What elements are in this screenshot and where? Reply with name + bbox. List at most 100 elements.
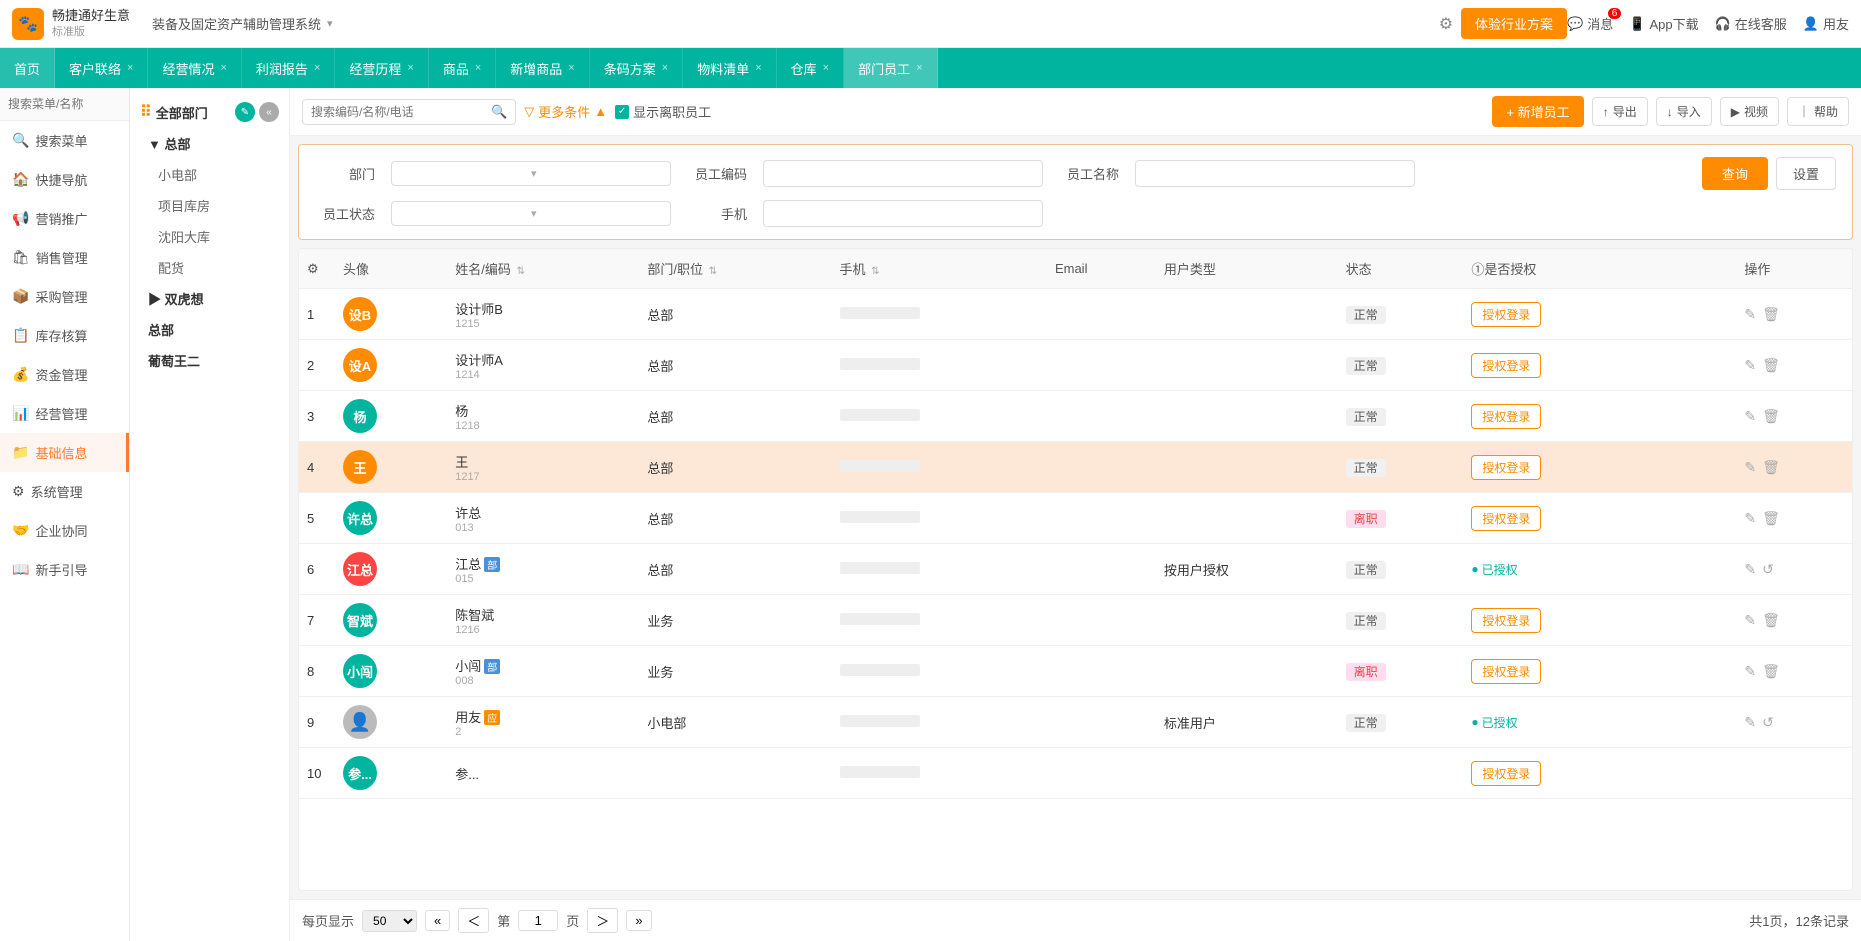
edit-icon[interactable]: ✎ xyxy=(1744,408,1756,424)
close-icon[interactable]: × xyxy=(823,62,829,74)
tab-warehouse[interactable]: 仓库 × xyxy=(777,48,844,88)
show-resigned-toggle[interactable]: ✓ 显示离职员工 xyxy=(615,102,711,121)
delete-icon[interactable]: 🗑 xyxy=(1762,357,1780,373)
tab-customer[interactable]: 客户联络 × xyxy=(55,48,148,88)
close-icon[interactable]: × xyxy=(568,62,574,74)
search-input[interactable] xyxy=(311,105,491,119)
last-page-btn[interactable]: » xyxy=(626,910,651,931)
dept-item-putaowangze[interactable]: 葡萄王二 xyxy=(138,345,289,376)
sidebar-item-finance[interactable]: 💰 资金管理 xyxy=(0,355,129,394)
online-service-btn[interactable]: 🎧 在线客服 xyxy=(1715,14,1787,33)
sidebar-item-shortcut[interactable]: 🏠 快捷导航 xyxy=(0,160,129,199)
add-employee-button[interactable]: + 新增员工 xyxy=(1492,96,1583,127)
auth-login-button[interactable]: 授权登录 xyxy=(1471,506,1541,531)
tab-home[interactable]: 首页 xyxy=(0,48,55,88)
sidebar-item-inventory[interactable]: 📋 库存核算 xyxy=(0,316,129,355)
sidebar-item-guide[interactable]: 📖 新手引导 xyxy=(0,550,129,589)
dept-select[interactable]: ▾ xyxy=(391,161,671,186)
tab-add-goods[interactable]: 新增商品 × xyxy=(496,48,589,88)
close-icon[interactable]: × xyxy=(475,62,481,74)
delete-icon[interactable]: ↺ xyxy=(1762,561,1774,577)
close-icon[interactable]: × xyxy=(916,62,922,74)
dept-item-xiangmudict[interactable]: 项目库房 xyxy=(138,190,289,221)
sort-icon[interactable]: ⇅ xyxy=(709,266,717,277)
auth-login-button[interactable]: 授权登录 xyxy=(1471,659,1541,684)
sort-icon[interactable]: ⇅ xyxy=(516,266,524,277)
first-page-btn[interactable]: « xyxy=(425,910,450,931)
emp-status-select[interactable]: ▾ xyxy=(391,201,671,226)
dept-collapse-btn[interactable]: « xyxy=(259,102,279,122)
try-industry-button[interactable]: 体验行业方案 xyxy=(1461,8,1567,39)
auth-login-button[interactable]: 授权登录 xyxy=(1471,302,1541,327)
sidebar-item-purchase[interactable]: 📦 采购管理 xyxy=(0,277,129,316)
sidebar-item-marketing[interactable]: 📢 营销推广 xyxy=(0,199,129,238)
sidebar-item-system[interactable]: ⚙ 系统管理 xyxy=(0,472,129,511)
tab-operation[interactable]: 经营情况 × xyxy=(148,48,241,88)
sidebar-item-search[interactable]: 🔍 搜索菜单 xyxy=(0,121,129,160)
edit-icon[interactable]: ✎ xyxy=(1744,663,1756,679)
phone-input[interactable] xyxy=(763,200,1043,227)
sidebar-search-input[interactable] xyxy=(8,97,130,111)
sidebar-item-basic[interactable]: 📁 基础信息 xyxy=(0,433,129,472)
dept-edit-btn[interactable]: ✎ xyxy=(235,102,255,122)
page-size-select[interactable]: 50 100 xyxy=(362,910,417,932)
tab-barcode[interactable]: 条码方案 × xyxy=(590,48,683,88)
tab-dept-staff[interactable]: 部门员工 × xyxy=(844,48,937,88)
prev-page-btn[interactable]: ＜ xyxy=(458,908,489,933)
dept-item-shuangtuxiang[interactable]: ▶ 双虎想 xyxy=(138,283,289,314)
close-icon[interactable]: × xyxy=(314,62,320,74)
video-button[interactable]: ▶ 视频 xyxy=(1720,97,1779,126)
app-download-btn[interactable]: 📱 App下载 xyxy=(1629,14,1698,33)
edit-icon[interactable]: ✎ xyxy=(1744,459,1756,475)
edit-icon[interactable]: ✎ xyxy=(1744,306,1756,322)
next-page-btn[interactable]: ＞ xyxy=(587,908,618,933)
dept-item-zongbu2[interactable]: 总部 xyxy=(138,314,289,345)
edit-icon[interactable]: ✎ xyxy=(1744,612,1756,628)
tab-profit[interactable]: 利润报告 × xyxy=(242,48,335,88)
auth-login-button[interactable]: 授权登录 xyxy=(1471,353,1541,378)
help-button[interactable]: ｜ 帮助 xyxy=(1787,97,1849,126)
delete-icon[interactable]: 🗑 xyxy=(1762,510,1780,526)
emp-code-input[interactable] xyxy=(763,160,1043,187)
sidebar-item-sales[interactable]: 🛍 销售管理 xyxy=(0,238,129,277)
auth-login-button[interactable]: 授权登录 xyxy=(1471,455,1541,480)
import-button[interactable]: ↓ 导入 xyxy=(1656,97,1712,126)
tab-history[interactable]: 经营历程 × xyxy=(335,48,428,88)
edit-icon[interactable]: ✎ xyxy=(1744,510,1756,526)
close-icon[interactable]: × xyxy=(662,62,668,74)
tab-goods[interactable]: 商品 × xyxy=(429,48,496,88)
sort-icon[interactable]: ⇅ xyxy=(871,266,879,277)
edit-icon[interactable]: ✎ xyxy=(1744,357,1756,373)
delete-icon[interactable]: 🗑 xyxy=(1762,612,1780,628)
close-icon[interactable]: × xyxy=(127,62,133,74)
page-input[interactable] xyxy=(518,910,558,931)
more-filter-btn[interactable]: ▽ 更多条件 ▲ xyxy=(524,102,607,121)
system-dropdown-arrow[interactable]: ▾ xyxy=(327,17,333,30)
query-button[interactable]: 查询 xyxy=(1702,157,1768,190)
delete-icon[interactable]: 🗑 xyxy=(1762,408,1780,424)
auth-login-button[interactable]: 授权登录 xyxy=(1471,404,1541,429)
dept-item-zongbu-parent[interactable]: ▼ 总部 xyxy=(138,128,289,159)
gear-icon[interactable]: ⚙ xyxy=(1439,14,1453,34)
show-resigned-checkbox[interactable]: ✓ xyxy=(615,105,629,119)
settings-icon[interactable]: ⚙ xyxy=(307,261,319,276)
delete-icon[interactable]: 🗑 xyxy=(1762,663,1780,679)
close-icon[interactable]: × xyxy=(407,62,413,74)
user-menu[interactable]: 👤 用友 xyxy=(1803,14,1849,33)
dept-item-shenyangdacheng[interactable]: 沈阳大库 xyxy=(138,221,289,252)
auth-login-button[interactable]: 授权登录 xyxy=(1471,608,1541,633)
set-button[interactable]: 设置 xyxy=(1776,157,1836,190)
close-icon[interactable]: × xyxy=(220,62,226,74)
delete-icon[interactable]: 🗑 xyxy=(1762,306,1780,322)
emp-name-input[interactable] xyxy=(1135,160,1415,187)
sidebar-item-operation[interactable]: 📊 经营管理 xyxy=(0,394,129,433)
edit-icon[interactable]: ✎ xyxy=(1744,714,1756,730)
tab-bom[interactable]: 物料清单 × xyxy=(683,48,776,88)
sidebar-item-collab[interactable]: 🤝 企业协同 xyxy=(0,511,129,550)
delete-icon[interactable]: 🗑 xyxy=(1762,459,1780,475)
message-btn[interactable]: 💬 6 消息 xyxy=(1567,14,1613,33)
dept-item-peihuo[interactable]: 配货 xyxy=(138,252,289,283)
auth-login-button[interactable]: 授权登录 xyxy=(1471,761,1541,786)
dept-item-xiaodiandept[interactable]: 小电部 xyxy=(138,159,289,190)
close-icon[interactable]: × xyxy=(755,62,761,74)
